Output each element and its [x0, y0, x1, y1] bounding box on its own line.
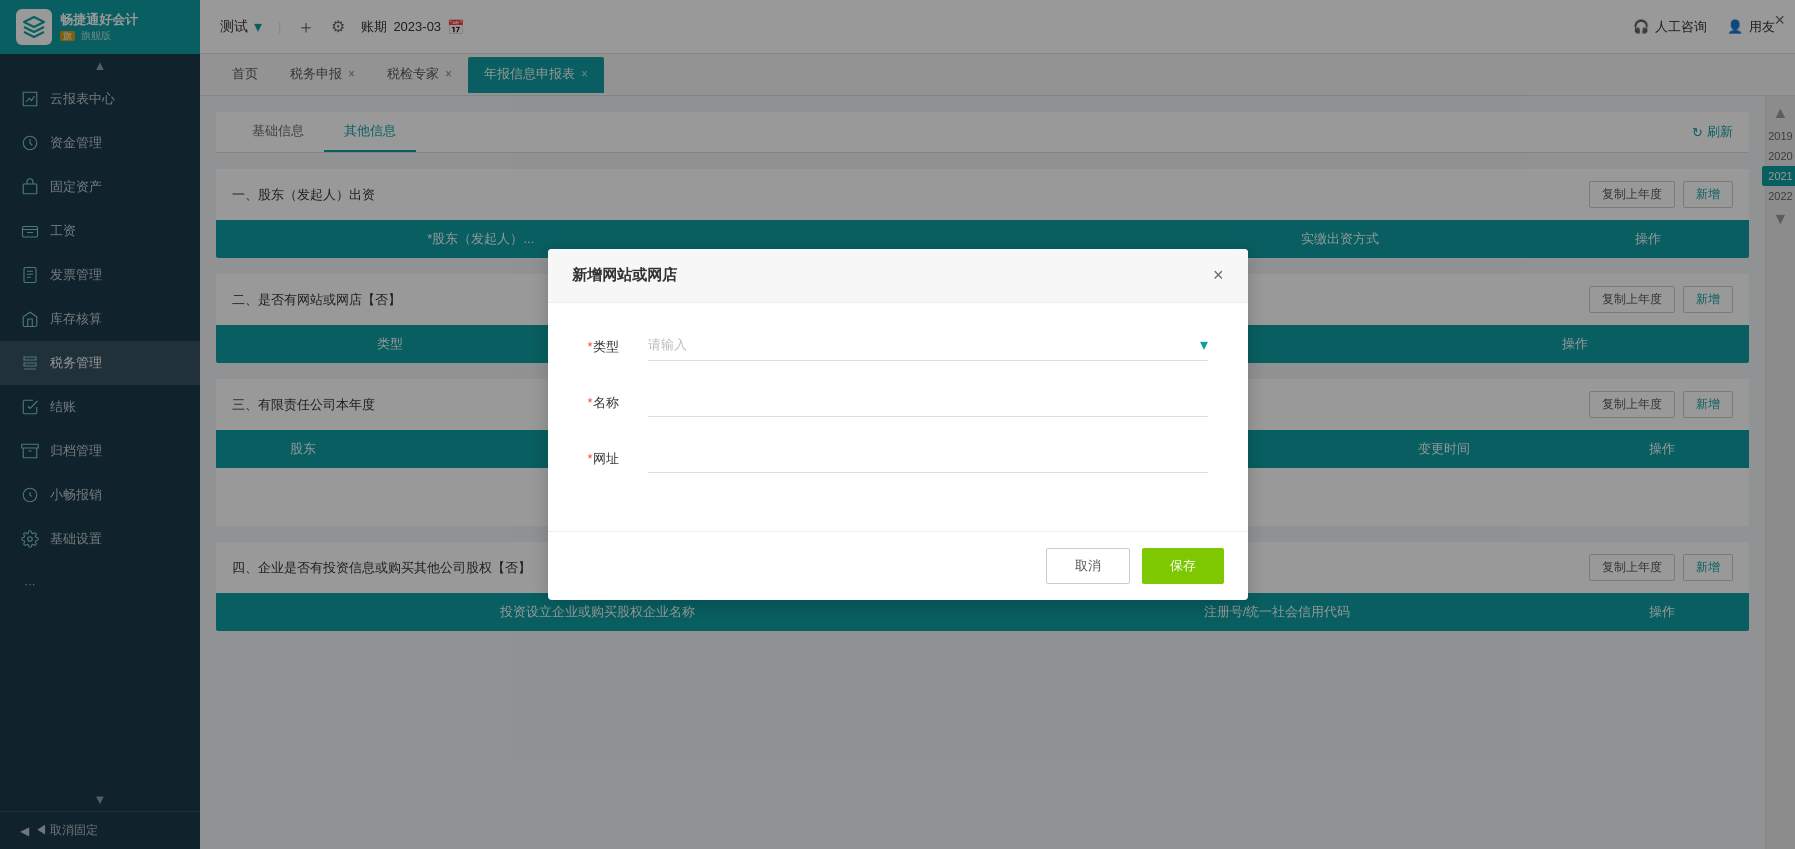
- modal-header: 新增网站或网店 ×: [548, 249, 1248, 303]
- modal-close-button[interactable]: ×: [1213, 265, 1224, 286]
- form-field-type: **类型类型 ▾: [588, 333, 1208, 361]
- url-input-wrapper: [648, 445, 1208, 473]
- name-input[interactable]: [648, 389, 1208, 412]
- type-required: *: [588, 339, 593, 354]
- cancel-button[interactable]: 取消: [1046, 548, 1130, 584]
- type-input-wrapper: ▾: [648, 333, 1208, 361]
- modal-add-website: 新增网站或网店 × **类型类型 ▾ *名称: [548, 249, 1248, 600]
- save-button[interactable]: 保存: [1142, 548, 1224, 584]
- url-input[interactable]: [648, 445, 1208, 468]
- modal-body: **类型类型 ▾ *名称 *网址: [548, 303, 1248, 531]
- form-field-name: *名称: [588, 389, 1208, 417]
- form-field-url: *网址: [588, 445, 1208, 473]
- type-input[interactable]: [648, 333, 1200, 356]
- name-required: *: [588, 395, 593, 410]
- type-dropdown-icon[interactable]: ▾: [1200, 335, 1208, 354]
- name-input-wrapper: [648, 389, 1208, 417]
- url-required: *: [588, 451, 593, 466]
- modal-overlay[interactable]: 新增网站或网店 × **类型类型 ▾ *名称: [0, 0, 1795, 849]
- modal-footer: 取消 保存: [548, 531, 1248, 600]
- name-label: *名称: [588, 394, 648, 412]
- url-label: *网址: [588, 450, 648, 468]
- modal-title: 新增网站或网店: [572, 266, 677, 285]
- type-label: **类型类型: [588, 338, 648, 356]
